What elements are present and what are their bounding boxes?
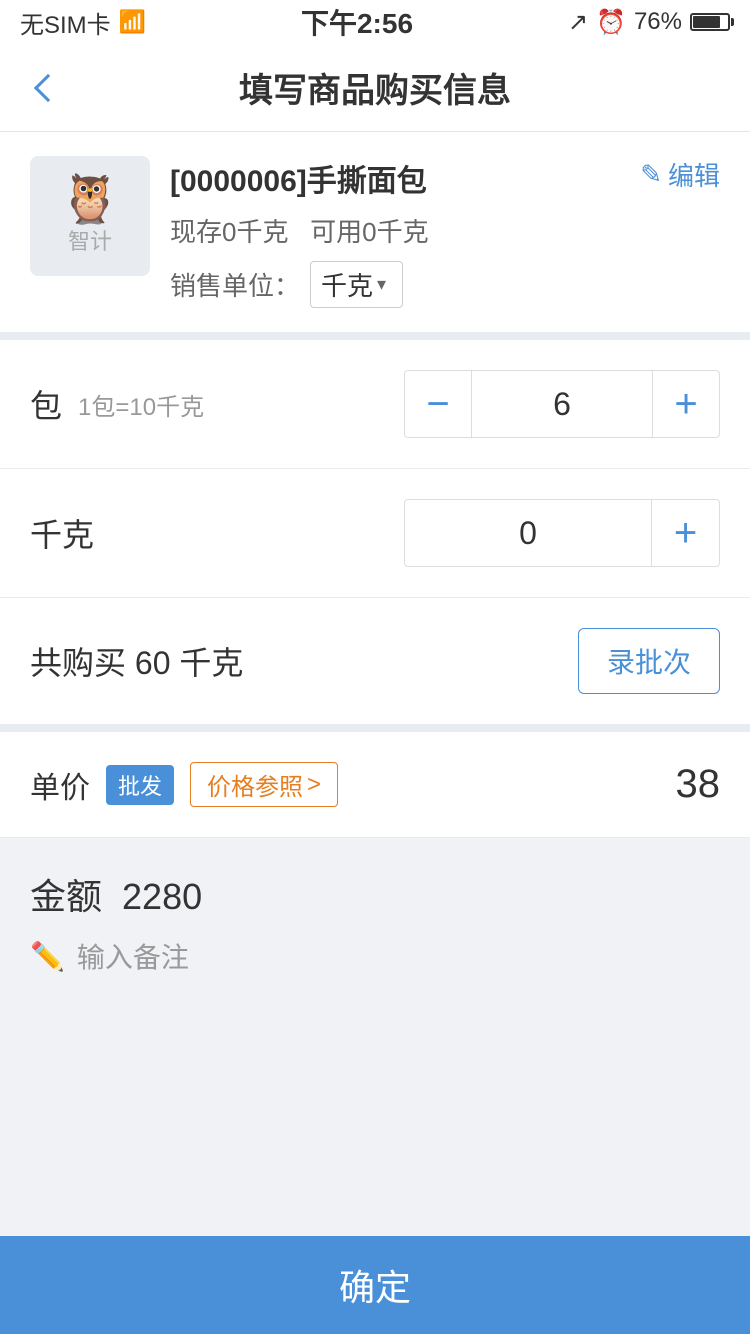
kg-input-section: 千克 +: [0, 469, 750, 597]
product-image: 🦉 智计: [30, 156, 150, 276]
status-right: ↗ ⏰ 76%: [568, 8, 730, 37]
back-button[interactable]: [0, 44, 80, 132]
bao-label: 包 1包=10千克: [30, 381, 204, 427]
product-logo-text: 智计: [68, 224, 112, 256]
amount-row: 金额 2280: [30, 868, 720, 920]
status-left: 无SIM卡 📶: [20, 5, 146, 40]
wifi-icon: 📶: [119, 9, 146, 35]
unit-value: 千克: [321, 266, 373, 303]
edit-button[interactable]: ✎ 编辑: [640, 156, 720, 193]
bao-plus-button[interactable]: +: [652, 370, 720, 438]
bao-hint: 1包=10千克: [78, 387, 204, 422]
location-icon: ↗: [568, 8, 588, 37]
product-unit-row: 销售单位： 千克 ▾: [170, 261, 720, 308]
unit-select[interactable]: 千克 ▾: [310, 261, 403, 308]
summary-text: 共购买 60 千克: [30, 638, 243, 684]
price-tag: 批发: [106, 765, 174, 805]
product-name: [0000006]手撕面包: [170, 156, 427, 200]
product-header: [0000006]手撕面包 ✎ 编辑: [170, 156, 720, 212]
product-stock: 现存0千克 可用0千克: [170, 212, 720, 249]
kg-plus-button[interactable]: +: [652, 499, 720, 567]
price-label: 单价: [30, 763, 90, 807]
edit-icon: ✎: [640, 159, 662, 190]
price-section: 单价 批发 价格参照 > 38: [0, 732, 750, 838]
nav-bar: 填写商品购买信息: [0, 44, 750, 132]
note-placeholder: 输入备注: [77, 936, 189, 976]
amount-section: 金额 2280 ✏️ 输入备注: [0, 838, 750, 996]
product-card: 🦉 智计 [0000006]手撕面包 ✎ 编辑 现存0千克 可用0千克 销售单位…: [0, 132, 750, 340]
alarm-icon: ⏰: [596, 8, 626, 37]
edit-label: 编辑: [668, 156, 720, 193]
back-arrow-icon: [33, 73, 61, 101]
battery-icon: [690, 13, 730, 31]
bao-control: − +: [404, 370, 720, 438]
kg-control: +: [404, 499, 720, 567]
bao-input-section: 包 1包=10千克 − +: [0, 340, 750, 469]
batch-button[interactable]: 录批次: [578, 628, 720, 694]
note-row[interactable]: ✏️ 输入备注: [30, 936, 720, 976]
page-title: 填写商品购买信息: [239, 63, 511, 112]
product-info: [0000006]手撕面包 ✎ 编辑 现存0千克 可用0千克 销售单位： 千克 …: [170, 156, 720, 308]
confirm-button[interactable]: 确定: [0, 1236, 750, 1334]
kg-input[interactable]: [404, 499, 652, 567]
battery-label: 76%: [634, 8, 682, 36]
product-logo-icon: 🦉: [60, 176, 120, 224]
note-icon: ✏️: [30, 940, 65, 973]
status-bar: 无SIM卡 📶 下午2:56 ↗ ⏰ 76%: [0, 0, 750, 44]
bao-input[interactable]: [472, 370, 652, 438]
kg-label: 千克: [30, 510, 94, 556]
dropdown-icon: ▾: [377, 274, 386, 295]
carrier-label: 无SIM卡: [20, 5, 111, 40]
price-value: 38: [676, 762, 721, 807]
bao-minus-button[interactable]: −: [404, 370, 472, 438]
amount-value: 2280: [122, 876, 202, 917]
price-ref-button[interactable]: 价格参照 >: [190, 762, 338, 807]
summary-row: 共购买 60 千克 录批次: [0, 597, 750, 732]
price-ref-arrow-icon: >: [307, 771, 321, 799]
status-time: 下午2:56: [301, 2, 413, 42]
